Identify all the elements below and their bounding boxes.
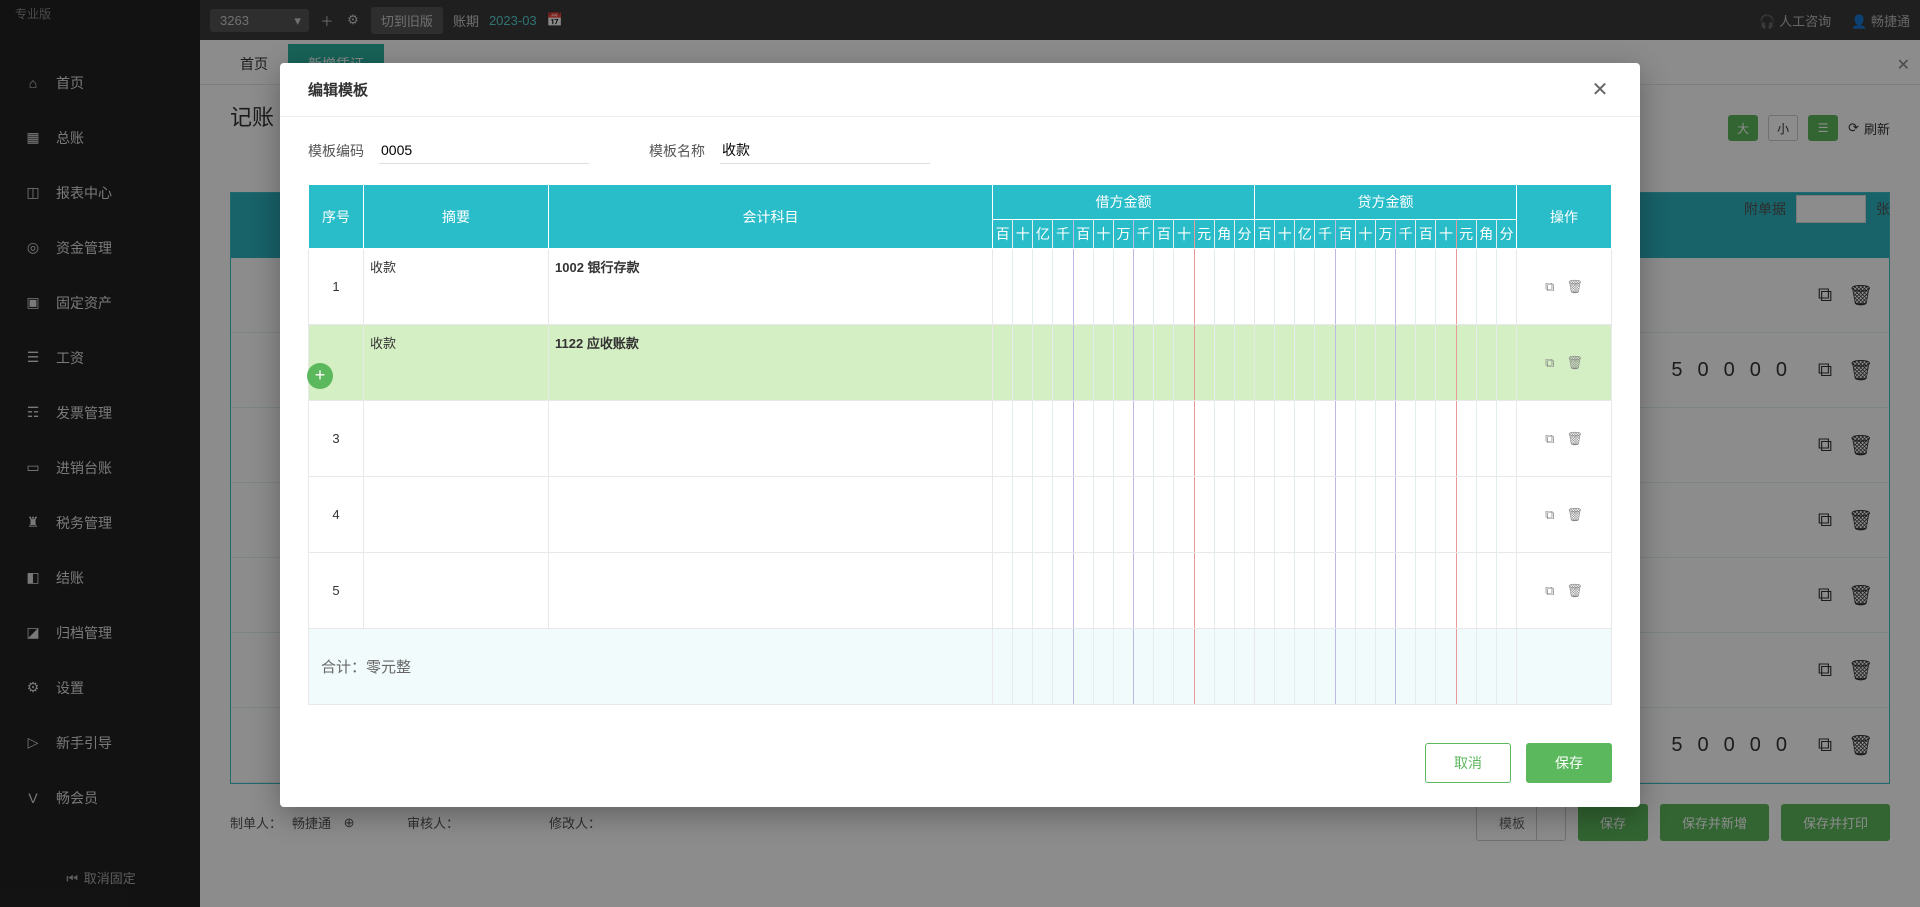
cell-ops: ⧉ 🗑 [1517,401,1612,477]
digit-header: 分 [1497,220,1516,248]
cell-ops: ⧉ 🗑 [1517,477,1612,553]
modal-save-button[interactable]: 保存 [1526,743,1612,783]
cell-account[interactable] [549,477,993,553]
digit-header: 百 [1074,220,1094,248]
th-debit: 借方金额 [993,185,1255,220]
cell-account[interactable] [549,401,993,477]
modal-close-button[interactable]: ✕ [1588,78,1612,102]
digit-header: 百 [1336,220,1356,248]
delete-icon[interactable]: 🗑 [1566,507,1583,523]
digit-header: 万 [1114,220,1134,248]
modal-title: 编辑模板 [308,79,368,100]
table-row[interactable]: 1 收款 1002 银行存款 ⧉ 🗑 [309,249,1612,325]
copy-icon[interactable]: ⧉ [1545,431,1554,447]
edit-template-modal: 编辑模板 ✕ 模板编码 模板名称 序号 摘要 会计科目 借方金额 贷方金额 [280,63,1640,807]
cell-credit[interactable] [1255,553,1517,629]
digit-header: 万 [1376,220,1396,248]
cell-summary[interactable]: 收款 [364,249,549,325]
digit-header: 角 [1215,220,1235,248]
table-row[interactable]: + 收款 1122 应收账款 ⧉ 🗑 [309,325,1612,401]
cell-credit[interactable] [1255,477,1517,553]
digit-header: 十 [1356,220,1376,248]
table-row[interactable]: 3 ⧉ 🗑 [309,401,1612,477]
cell-credit[interactable] [1255,401,1517,477]
digit-header: 百 [1416,220,1436,248]
th-credit: 贷方金额 [1255,185,1517,220]
delete-icon[interactable]: 🗑 [1566,583,1583,599]
digit-header: 百 [1154,220,1174,248]
digit-header: 十 [1013,220,1033,248]
copy-icon[interactable]: ⧉ [1545,355,1554,371]
digit-header: 元 [1195,220,1215,248]
digit-header: 百 [1255,220,1275,248]
digit-header: 千 [1053,220,1073,248]
copy-icon[interactable]: ⧉ [1545,583,1554,599]
cell-debit[interactable] [993,249,1255,325]
table-row[interactable]: 4 ⧉ 🗑 [309,477,1612,553]
delete-icon[interactable]: 🗑 [1566,355,1583,371]
cell-seq: 3 [309,401,364,477]
template-code-input[interactable] [379,137,589,164]
template-code-label: 模板编码 [308,141,364,161]
cell-ops: ⧉ 🗑 [1517,325,1612,401]
digit-header: 十 [1275,220,1295,248]
cell-summary[interactable] [364,401,549,477]
cell-ops: ⧉ 🗑 [1517,249,1612,325]
cell-account[interactable]: 1122 应收账款 [549,325,993,401]
digit-header: 十 [1436,220,1456,248]
cell-ops: ⧉ 🗑 [1517,553,1612,629]
cell-account[interactable]: 1002 银行存款 [549,249,993,325]
totals-row: 合计：零元整 [309,629,1612,705]
template-name-input[interactable] [720,137,930,164]
cell-summary[interactable] [364,477,549,553]
th-ops: 操作 [1517,185,1612,249]
th-summary: 摘要 [364,185,549,249]
add-row-button[interactable]: + [307,363,333,389]
copy-icon[interactable]: ⧉ [1545,279,1554,295]
th-seq: 序号 [309,185,364,249]
cell-debit[interactable] [993,401,1255,477]
cell-seq: 5 [309,553,364,629]
digit-header: 亿 [1033,220,1053,248]
cell-debit[interactable] [993,477,1255,553]
digit-header: 亿 [1295,220,1315,248]
template-grid: 序号 摘要 会计科目 借方金额 贷方金额 操作 百十亿千百十万千百十元角分 百十… [308,184,1612,705]
digit-header: 元 [1457,220,1477,248]
digit-header: 角 [1477,220,1497,248]
cell-debit[interactable] [993,325,1255,401]
cell-debit[interactable] [993,553,1255,629]
digit-header: 千 [1396,220,1416,248]
cell-account[interactable] [549,553,993,629]
cell-summary[interactable] [364,553,549,629]
digit-header: 千 [1315,220,1335,248]
table-row[interactable]: 5 ⧉ 🗑 [309,553,1612,629]
template-name-label: 模板名称 [649,141,705,161]
cell-summary[interactable]: 收款 [364,325,549,401]
cell-credit[interactable] [1255,325,1517,401]
delete-icon[interactable]: 🗑 [1566,279,1583,295]
cell-credit[interactable] [1255,249,1517,325]
cell-seq: 4 [309,477,364,553]
copy-icon[interactable]: ⧉ [1545,507,1554,523]
cell-seq: + [309,325,364,401]
th-account: 会计科目 [549,185,993,249]
cell-seq: 1 [309,249,364,325]
digit-header: 十 [1094,220,1114,248]
modal-cancel-button[interactable]: 取消 [1425,743,1511,783]
digit-header: 百 [993,220,1013,248]
digit-header: 分 [1235,220,1254,248]
digit-header: 千 [1134,220,1154,248]
totals-label: 合计：零元整 [309,629,993,705]
delete-icon[interactable]: 🗑 [1566,431,1583,447]
digit-header: 十 [1174,220,1194,248]
